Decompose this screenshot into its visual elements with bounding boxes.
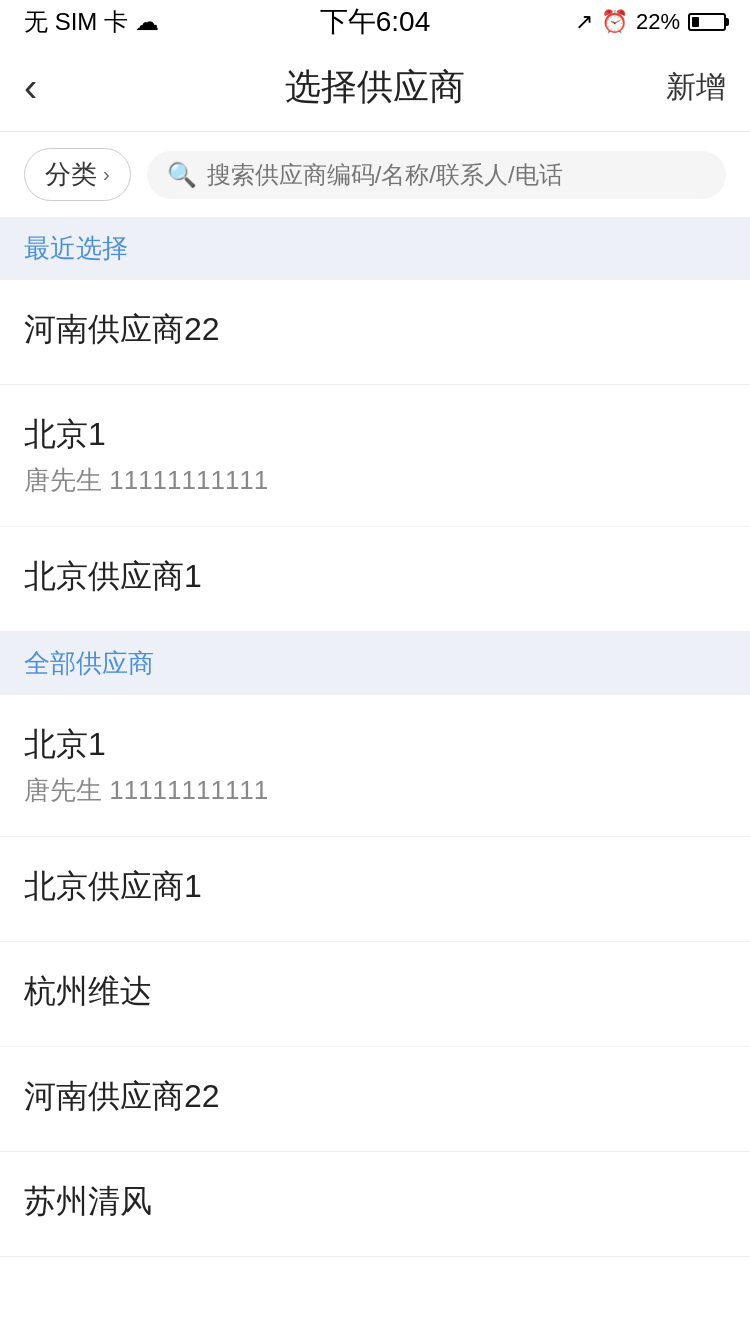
back-button[interactable]: ‹ (24, 65, 84, 110)
supplier-name: 杭州维达 (24, 970, 726, 1014)
battery-percent: 22% (636, 9, 680, 35)
all-section-header: 全部供应商 (0, 632, 750, 695)
list-item[interactable]: 河南供应商22 (0, 280, 750, 385)
list-item[interactable]: 北京1 唐先生 11111111111 (0, 695, 750, 837)
search-icon: 🔍 (167, 161, 197, 189)
add-button[interactable]: 新增 (666, 67, 726, 108)
list-item[interactable]: 北京供应商1 (0, 837, 750, 942)
supplier-name: 苏州清风 (24, 1180, 726, 1224)
supplier-name: 北京供应商1 (24, 865, 726, 909)
status-bar: 无 SIM 卡 ☁ 下午6:04 ↗ ⏰ 22% (0, 0, 750, 44)
status-signal: 无 SIM 卡 ☁ (24, 6, 159, 38)
battery-indicator (688, 13, 726, 31)
page-title: 选择供应商 (285, 63, 465, 112)
status-right-group: ↗ ⏰ 22% (575, 9, 726, 35)
list-item[interactable]: 河南供应商22 (0, 1047, 750, 1152)
all-supplier-list: 北京1 唐先生 11111111111 北京供应商1 杭州维达河南供应商22 苏州清风 (0, 695, 750, 1257)
category-filter-button[interactable]: 分类 › (24, 148, 131, 201)
list-item[interactable]: 杭州维达 (0, 942, 750, 1047)
supplier-name: 河南供应商22 (24, 1075, 726, 1119)
chevron-right-icon: › (103, 163, 110, 186)
list-item[interactable]: 北京1 唐先生 11111111111 (0, 385, 750, 527)
supplier-contact: 唐先生 11111111111 (24, 773, 726, 808)
supplier-name: 北京供应商1 (24, 555, 726, 599)
status-time: 下午6:04 (320, 3, 431, 41)
nav-bar: ‹ 选择供应商 新增 (0, 44, 750, 132)
recent-supplier-list: 河南供应商22 北京1 唐先生 11111111111 北京供应商1 (0, 280, 750, 632)
supplier-contact: 唐先生 11111111111 (24, 463, 726, 498)
search-box: 🔍 (147, 151, 726, 199)
supplier-name: 河南供应商22 (24, 308, 726, 352)
list-item[interactable]: 苏州清风 (0, 1152, 750, 1257)
recent-section-header: 最近选择 (0, 217, 750, 280)
filter-bar: 分类 › 🔍 (0, 132, 750, 217)
alarm-icon: ⏰ (601, 9, 628, 35)
supplier-name: 北京1 (24, 413, 726, 457)
search-input[interactable] (207, 161, 706, 189)
category-label: 分类 (45, 157, 97, 192)
supplier-name: 北京1 (24, 723, 726, 767)
list-item[interactable]: 北京供应商1 (0, 527, 750, 632)
location-icon: ↗ (575, 9, 593, 35)
